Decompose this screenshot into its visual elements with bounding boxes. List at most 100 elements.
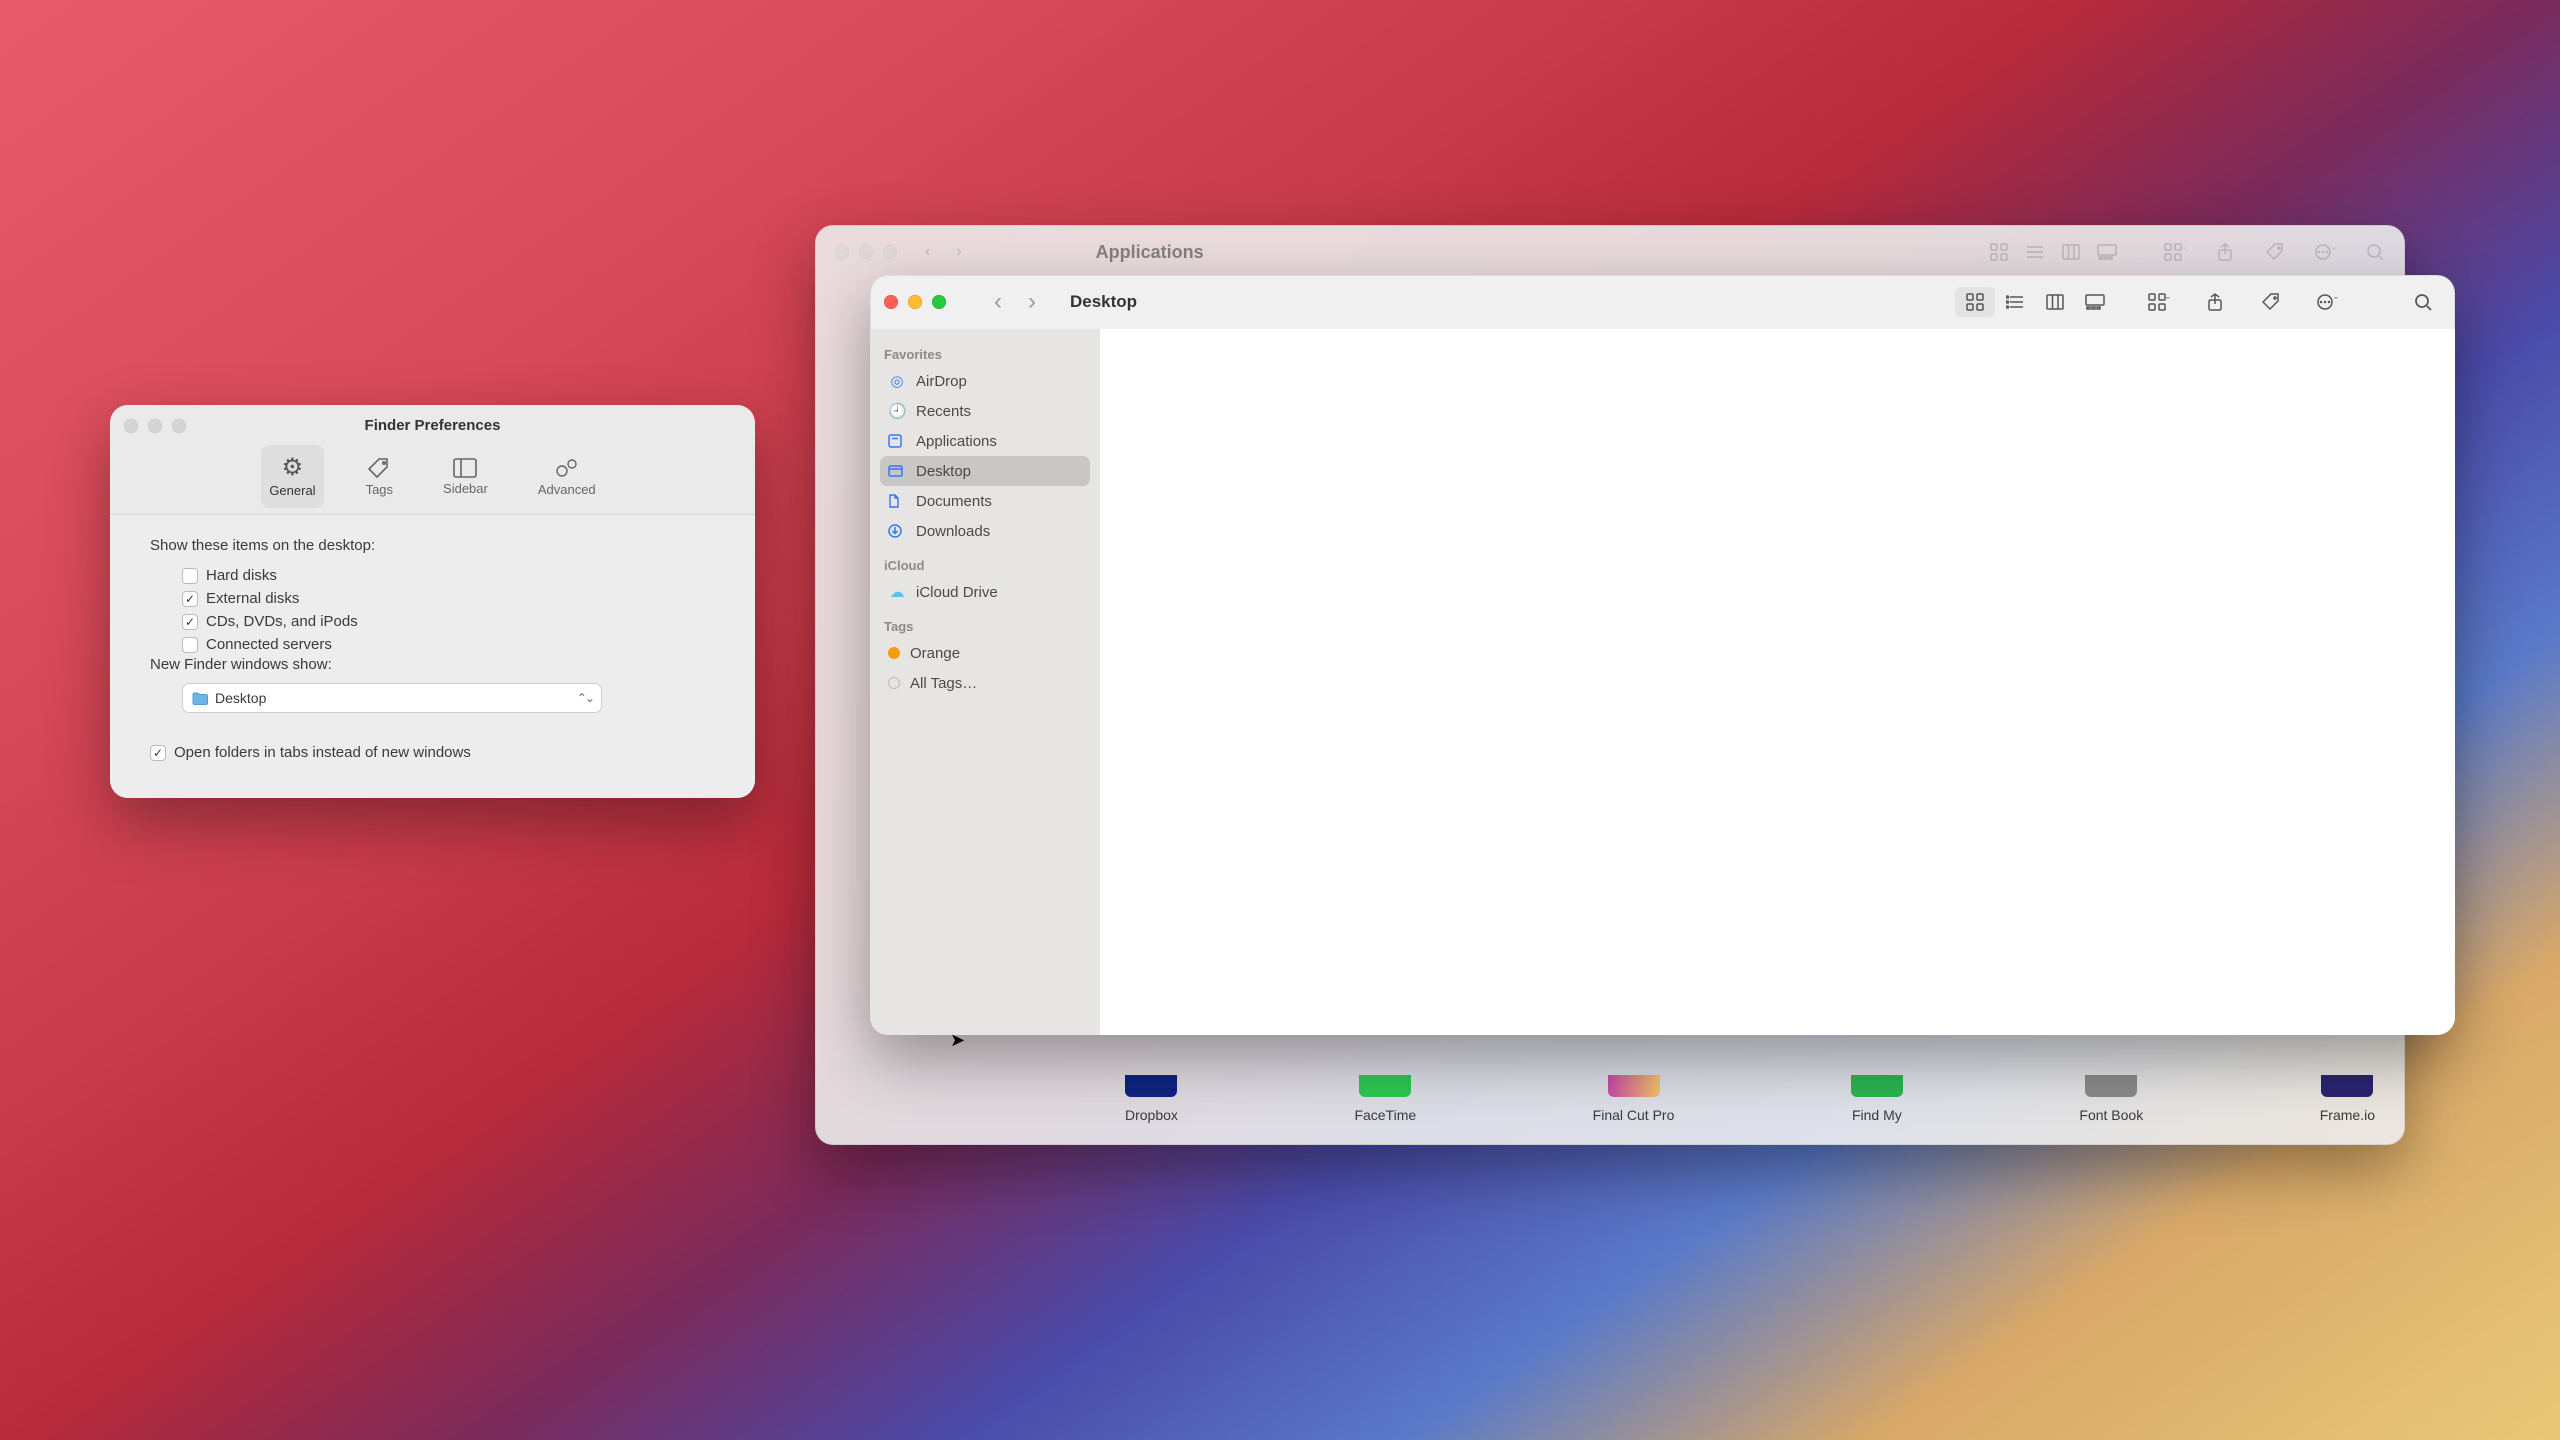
minimize-button[interactable] <box>859 245 873 259</box>
airdrop-icon: ◎ <box>888 372 906 390</box>
back-icon[interactable]: ‹ <box>994 288 1002 316</box>
tab-general[interactable]: ⚙General <box>261 445 323 508</box>
section-label-1: Show these items on the desktop: <box>150 537 715 554</box>
app-finalcut[interactable]: Final Cut Pro <box>1593 1075 1675 1123</box>
sidebar-head-favorites: Favorites <box>884 347 1086 362</box>
tab-tags[interactable]: Tags <box>358 445 401 508</box>
sidebar-item-icloud[interactable]: ☁iCloud Drive <box>880 577 1090 607</box>
sidebar-item-recents[interactable]: 🕘Recents <box>880 396 1090 426</box>
fullscreen-button[interactable] <box>932 295 946 309</box>
checkbox-open-in-tabs[interactable]: Open folders in tabs instead of new wind… <box>150 741 715 764</box>
checkbox-cds[interactable]: CDs, DVDs, and iPods <box>150 610 715 633</box>
checkbox-external-disks[interactable]: External disks <box>150 587 715 610</box>
cloud-icon: ☁ <box>888 583 906 601</box>
minimize-button[interactable] <box>908 295 922 309</box>
close-button[interactable] <box>884 295 898 309</box>
action-icon[interactable]: ˇ <box>2309 238 2341 266</box>
checkbox-icon <box>182 591 198 607</box>
tag-icon[interactable] <box>2255 288 2287 316</box>
prefs-title: Finder Preferences <box>365 417 501 434</box>
tab-advanced[interactable]: Advanced <box>530 445 604 508</box>
app-frameio[interactable]: Frame.io <box>2320 1075 2375 1123</box>
app-facetime[interactable]: FaceTime <box>1354 1075 1416 1123</box>
toolbar-icons-back: ˇ ˇ <box>2159 238 2391 266</box>
group-icon[interactable]: ˇ <box>2143 288 2175 316</box>
titlebar-front: ‹ › Desktop ˇ ˇ <box>870 275 2455 329</box>
checkbox-icon <box>182 637 198 653</box>
tag-icon[interactable] <box>2259 238 2291 266</box>
close-button[interactable] <box>124 419 138 433</box>
checkbox-icon <box>182 614 198 630</box>
gallery-view-icon[interactable] <box>2089 238 2125 266</box>
sidebar-item-airdrop[interactable]: ◎AirDrop <box>880 366 1090 396</box>
select-value: Desktop <box>215 690 577 706</box>
list-view-icon[interactable] <box>1995 287 2035 317</box>
sidebar: Favorites ◎AirDrop 🕘Recents Applications… <box>870 329 1100 1035</box>
gears-icon <box>555 457 579 479</box>
search-icon[interactable] <box>2359 238 2391 266</box>
gear-icon: ⚙ <box>282 456 304 480</box>
checkbox-hard-disks[interactable]: Hard disks <box>150 564 715 587</box>
sidebar-item-all-tags[interactable]: All Tags… <box>880 668 1090 698</box>
app-icons-row: Dropbox FaceTime Final Cut Pro Find My F… <box>1125 1075 2375 1123</box>
forward-icon[interactable]: › <box>956 243 961 261</box>
column-view-icon[interactable] <box>2053 238 2089 266</box>
column-view-icon[interactable] <box>2035 287 2075 317</box>
prefs-body: Show these items on the desktop: Hard di… <box>110 515 755 798</box>
apps-icon <box>888 434 906 448</box>
group-icon[interactable]: ˇ <box>2159 238 2191 266</box>
finder-window-desktop: ‹ › Desktop ˇ ˇ Favorites ◎AirDrop 🕘Re <box>870 275 2455 1035</box>
sidebar-head-icloud: iCloud <box>884 558 1086 573</box>
checkbox-icon <box>150 745 166 761</box>
traffic-lights-prefs <box>124 419 186 433</box>
content-area <box>1100 329 2455 1035</box>
sidebar-item-documents[interactable]: Documents <box>880 486 1090 516</box>
list-view-icon[interactable] <box>2017 238 2053 266</box>
app-dropbox[interactable]: Dropbox <box>1125 1075 1178 1123</box>
sidebar-head-tags: Tags <box>884 619 1086 634</box>
sidebar-item-applications[interactable]: Applications <box>880 426 1090 456</box>
window-title-front: Desktop <box>1070 292 1137 312</box>
close-button[interactable] <box>835 245 849 259</box>
desktop-icon <box>888 465 906 477</box>
toolbar-back: ˇ ˇ <box>1979 236 2391 268</box>
section-label-2: New Finder windows show: <box>150 656 715 673</box>
forward-icon[interactable]: › <box>1028 288 1036 316</box>
fullscreen-button[interactable] <box>172 419 186 433</box>
traffic-lights-front <box>884 295 946 309</box>
nav-back-forward-front: ‹ › <box>994 288 1036 316</box>
prefs-tabs: ⚙General Tags Sidebar Advanced <box>110 445 755 515</box>
action-icon[interactable]: ˇ <box>2311 288 2343 316</box>
tag-icon <box>368 457 390 479</box>
titlebar-back: ‹ › Applications ˇ ˇ <box>815 225 2405 279</box>
minimize-button[interactable] <box>148 419 162 433</box>
traffic-lights-back <box>835 245 897 259</box>
clock-icon: 🕘 <box>888 402 906 420</box>
sidebar-item-desktop[interactable]: Desktop <box>880 456 1090 486</box>
nav-back-forward: ‹ › <box>925 243 962 261</box>
new-window-select[interactable]: Desktop ⌃⌄ <box>182 683 602 713</box>
share-icon[interactable] <box>2199 288 2231 316</box>
share-icon[interactable] <box>2209 238 2241 266</box>
fullscreen-button[interactable] <box>883 245 897 259</box>
back-icon[interactable]: ‹ <box>925 243 930 261</box>
checkbox-icon <box>182 568 198 584</box>
app-findmy[interactable]: Find My <box>1851 1075 1903 1123</box>
toolbar-front: ˇ ˇ <box>1955 287 2439 317</box>
window-title-back: Applications <box>1096 242 1204 263</box>
sidebar-item-downloads[interactable]: Downloads <box>880 516 1090 546</box>
view-switcher-front <box>1955 287 2115 317</box>
download-icon <box>888 524 906 538</box>
document-icon <box>888 494 906 508</box>
icon-view-icon[interactable] <box>1981 238 2017 266</box>
checkbox-servers[interactable]: Connected servers <box>150 633 715 656</box>
search-icon[interactable] <box>2407 288 2439 316</box>
app-fontbook[interactable]: Font Book <box>2079 1075 2143 1123</box>
gallery-view-icon[interactable] <box>2075 287 2115 317</box>
tab-sidebar[interactable]: Sidebar <box>435 445 496 508</box>
icon-view-icon[interactable] <box>1955 287 1995 317</box>
finder-preferences-window: Finder Preferences ⚙General Tags Sidebar… <box>110 405 755 798</box>
toolbar-icons-front: ˇ ˇ <box>2143 288 2439 316</box>
sidebar-item-tag-orange[interactable]: Orange <box>880 638 1090 668</box>
finder-body: Favorites ◎AirDrop 🕘Recents Applications… <box>870 329 2455 1035</box>
